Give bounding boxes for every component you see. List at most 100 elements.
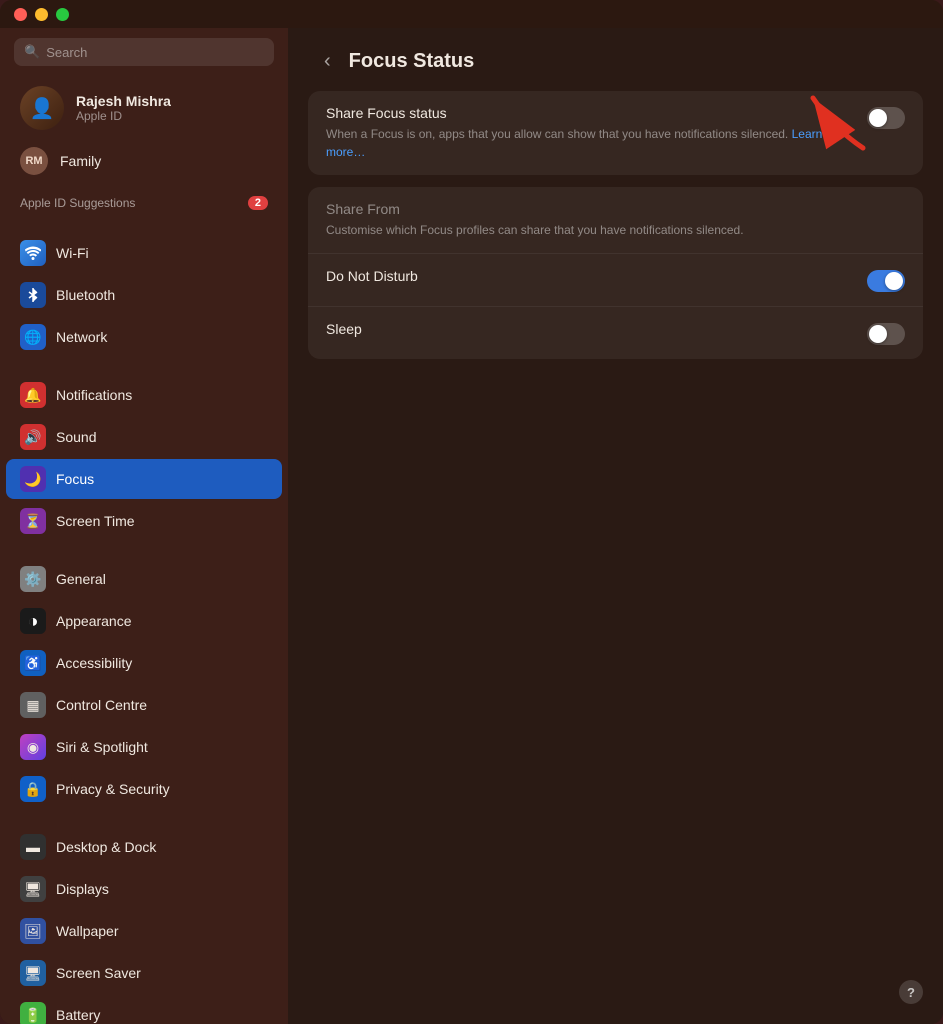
share-from-card: Share From Customise which Focus profile… [308, 187, 923, 359]
suggestions-label: Apple ID Suggestions [20, 196, 135, 210]
do-not-disturb-row: Do Not Disturb [308, 254, 923, 307]
share-from-content: Share From Customise which Focus profile… [326, 201, 905, 239]
sidebar-item-displays[interactable]: 🖥 Displays [6, 869, 282, 909]
share-focus-status-row: Share Focus status When a Focus is on, a… [308, 91, 923, 175]
back-button[interactable]: ‹ [318, 48, 337, 75]
sidebar-item-sound[interactable]: 🔊 Sound [6, 417, 282, 457]
suggestions-section: Apple ID Suggestions 2 [6, 186, 282, 216]
appearance-label: Appearance [56, 613, 132, 629]
page-title: Focus Status [349, 50, 475, 73]
appearance-icon: ◑ [20, 608, 46, 634]
close-button[interactable] [14, 8, 27, 21]
share-focus-status-desc: When a Focus is on, apps that you allow … [326, 125, 846, 161]
sound-icon: 🔊 [20, 424, 46, 450]
accessibility-icon: ♿ [20, 650, 46, 676]
screentime-label: Screen Time [56, 513, 135, 529]
share-from-title: Share From [326, 201, 905, 217]
network-icon: 🌐 [20, 324, 46, 350]
share-from-header-row: Share From Customise which Focus profile… [308, 187, 923, 254]
sidebar-item-network[interactable]: 🌐 Network [6, 317, 282, 357]
suggestions-badge: 2 [248, 196, 268, 210]
sidebar: 🔍 👤 Rajesh Mishra Apple ID RM Family [0, 28, 288, 1024]
siri-label: Siri & Spotlight [56, 739, 148, 755]
main-window: 🔍 👤 Rajesh Mishra Apple ID RM Family [0, 0, 943, 1024]
main-content: 🔍 👤 Rajesh Mishra Apple ID RM Family [0, 28, 943, 1024]
traffic-lights [14, 8, 69, 21]
privacy-icon: 🔒 [20, 776, 46, 802]
help-button[interactable]: ? [899, 980, 923, 1004]
general-label: General [56, 571, 106, 587]
controlcentre-label: Control Centre [56, 697, 147, 713]
sidebar-item-wifi[interactable]: Wi-Fi [6, 233, 282, 273]
siri-icon: ◉ [20, 734, 46, 760]
sidebar-item-privacy[interactable]: 🔒 Privacy & Security [6, 769, 282, 809]
user-subtitle: Apple ID [76, 109, 171, 123]
notifications-icon: 🔔 [20, 382, 46, 408]
share-focus-status-toggle[interactable] [867, 107, 905, 129]
share-focus-status-card: Share Focus status When a Focus is on, a… [308, 91, 923, 175]
focus-icon: 🌙 [20, 466, 46, 492]
screensaver-icon: 🖥 [20, 960, 46, 986]
share-focus-status-content: Share Focus status When a Focus is on, a… [326, 105, 851, 161]
notifications-label: Notifications [56, 387, 132, 403]
privacy-label: Privacy & Security [56, 781, 170, 797]
user-name: Rajesh Mishra [76, 93, 171, 109]
sleep-toggle-knob [869, 325, 887, 343]
do-not-disturb-content: Do Not Disturb [326, 268, 851, 288]
sidebar-item-accessibility[interactable]: ♿ Accessibility [6, 643, 282, 683]
family-avatar: RM [20, 147, 48, 175]
sidebar-item-controlcentre[interactable]: ▦ Control Centre [6, 685, 282, 725]
sound-label: Sound [56, 429, 96, 445]
sleep-toggle[interactable] [867, 323, 905, 345]
sidebar-item-desktop[interactable]: ▬ Desktop & Dock [6, 827, 282, 867]
wallpaper-icon: 🖼 [20, 918, 46, 944]
sidebar-item-general[interactable]: ⚙️ General [6, 559, 282, 599]
family-label: Family [60, 153, 101, 169]
user-info: Rajesh Mishra Apple ID [76, 93, 171, 123]
user-profile[interactable]: 👤 Rajesh Mishra Apple ID [6, 78, 282, 136]
sidebar-item-notifications[interactable]: 🔔 Notifications [6, 375, 282, 415]
search-icon: 🔍 [24, 44, 40, 60]
battery-icon: 🔋 [20, 1002, 46, 1024]
displays-label: Displays [56, 881, 109, 897]
sidebar-item-screentime[interactable]: ⏳ Screen Time [6, 501, 282, 541]
desktop-label: Desktop & Dock [56, 839, 156, 855]
titlebar [0, 0, 943, 28]
screensaver-label: Screen Saver [56, 965, 141, 981]
bluetooth-label: Bluetooth [56, 287, 115, 303]
search-bar[interactable]: 🔍 [14, 38, 274, 66]
share-focus-status-title: Share Focus status [326, 105, 851, 121]
share-from-desc: Customise which Focus profiles can share… [326, 221, 846, 239]
general-icon: ⚙️ [20, 566, 46, 592]
sidebar-item-bluetooth[interactable]: Bluetooth [6, 275, 282, 315]
desktop-icon: ▬ [20, 834, 46, 860]
wallpaper-label: Wallpaper [56, 923, 119, 939]
bluetooth-icon [20, 282, 46, 308]
sidebar-item-focus[interactable]: 🌙 Focus [6, 459, 282, 499]
sidebar-item-appearance[interactable]: ◑ Appearance [6, 601, 282, 641]
wifi-icon [20, 240, 46, 266]
focus-label: Focus [56, 471, 94, 487]
network-label: Network [56, 329, 107, 345]
sleep-row: Sleep [308, 307, 923, 359]
accessibility-label: Accessibility [56, 655, 132, 671]
minimize-button[interactable] [35, 8, 48, 21]
search-input[interactable] [46, 45, 264, 60]
screentime-icon: ⏳ [20, 508, 46, 534]
sidebar-item-wallpaper[interactable]: 🖼 Wallpaper [6, 911, 282, 951]
sidebar-item-battery[interactable]: 🔋 Battery [6, 995, 282, 1024]
sidebar-item-siri[interactable]: ◉ Siri & Spotlight [6, 727, 282, 767]
avatar-image: 👤 [20, 86, 64, 130]
maximize-button[interactable] [56, 8, 69, 21]
sidebar-item-family[interactable]: RM Family [6, 140, 282, 182]
avatar: 👤 [20, 86, 64, 130]
do-not-disturb-toggle-knob [885, 272, 903, 290]
sleep-content: Sleep [326, 321, 851, 341]
sidebar-item-screensaver[interactable]: 🖥 Screen Saver [6, 953, 282, 993]
controlcentre-icon: ▦ [20, 692, 46, 718]
do-not-disturb-label: Do Not Disturb [326, 268, 851, 284]
do-not-disturb-toggle[interactable] [867, 270, 905, 292]
detail-header: ‹ Focus Status [288, 28, 943, 91]
displays-icon: 🖥 [20, 876, 46, 902]
battery-label: Battery [56, 1007, 100, 1023]
